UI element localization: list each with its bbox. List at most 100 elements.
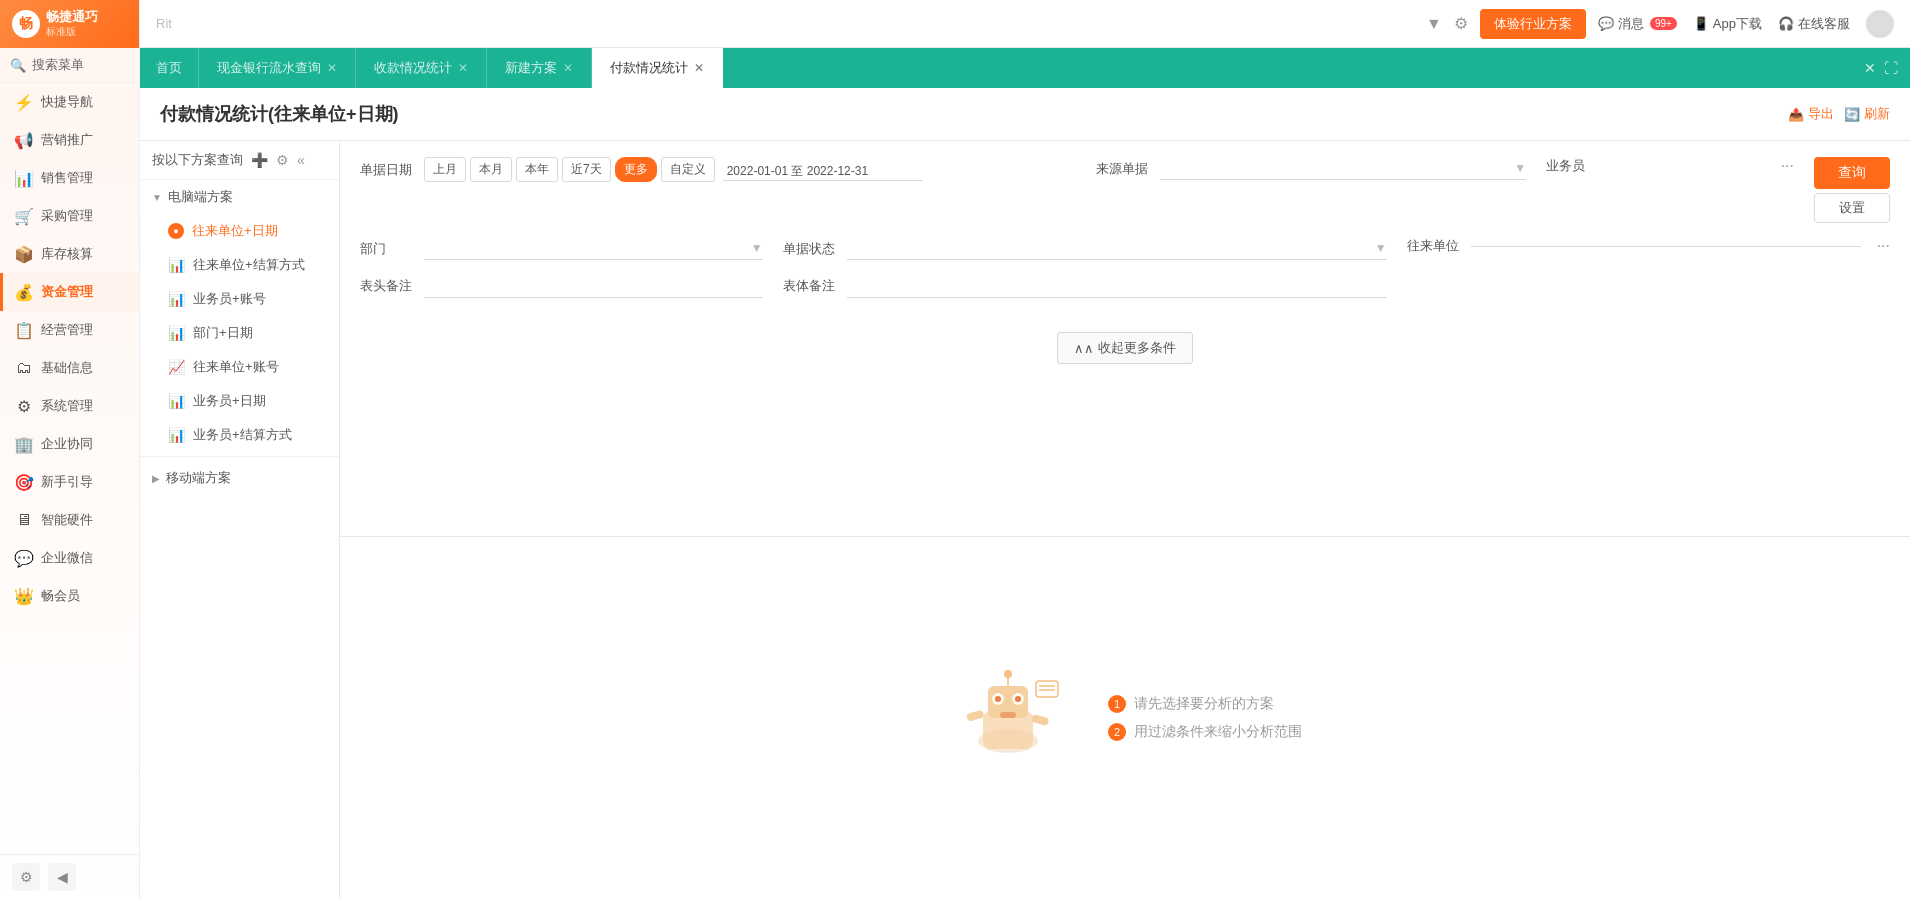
sidebar-item-hardware[interactable]: 🖥 智能硬件	[0, 501, 139, 539]
refresh-button[interactable]: 🔄 刷新	[1844, 105, 1890, 123]
tab-receipts[interactable]: 收款情况统计 ✕	[356, 48, 487, 88]
scheme-item-salesman-account[interactable]: 📊 业务员+账号	[140, 282, 339, 316]
tab-payments-label: 付款情况统计	[610, 59, 688, 77]
export-button[interactable]: 📤 导出	[1788, 105, 1834, 123]
sidebar-item-system[interactable]: ⚙ 系统管理	[0, 387, 139, 425]
nav-label: 畅会员	[41, 587, 80, 605]
search-menu[interactable]: 🔍 搜索菜单	[0, 48, 139, 83]
settings-icon-btn[interactable]: ⚙	[1454, 14, 1468, 33]
svg-point-6	[1015, 696, 1021, 702]
tab-receipts-close[interactable]: ✕	[458, 61, 468, 75]
sidebar-item-inventory[interactable]: 📦 库存核算	[0, 235, 139, 273]
wechat-icon: 💬	[15, 549, 33, 567]
filter-panel: 单据日期 上月 本月 本年 近7天 更多 自定义	[340, 141, 1910, 536]
sidebar-item-basic[interactable]: 🗂 基础信息	[0, 349, 139, 387]
scheme-item-unit-date[interactable]: ● 往来单位+日期	[140, 214, 339, 248]
date-this-month[interactable]: 本月	[470, 157, 512, 182]
collapse-sidebar-button[interactable]: ◀	[48, 863, 76, 891]
industry-scheme-button[interactable]: 体验行业方案	[1480, 9, 1586, 39]
partner-input[interactable]	[1471, 246, 1861, 247]
header-note-input[interactable]	[424, 274, 763, 298]
inventory-icon: 📦	[15, 245, 33, 263]
filter-row-1: 单据日期 上月 本月 本年 近7天 更多 自定义	[360, 157, 1890, 223]
filter-row-2: 部门 ▼ 单据状态 ▼	[360, 237, 1890, 260]
scheme-category-pc[interactable]: ▼ 电脑端方案	[140, 180, 339, 214]
action-buttons: 查询 设置	[1814, 157, 1890, 223]
date-7days[interactable]: 近7天	[562, 157, 611, 182]
hardware-icon: 🖥	[15, 511, 33, 529]
sidebar-item-quick[interactable]: ⚡ 快捷导航	[0, 83, 139, 121]
refresh-label: 刷新	[1864, 105, 1890, 123]
date-more[interactable]: 更多	[615, 157, 657, 182]
sidebar-item-enterprise[interactable]: 🏢 企业协同	[0, 425, 139, 463]
add-scheme-button[interactable]: ➕	[251, 152, 268, 168]
nav-label: 销售管理	[41, 169, 93, 187]
sidebar-item-guide[interactable]: 🎯 新手引导	[0, 463, 139, 501]
sidebar-item-vip[interactable]: 👑 畅会员	[0, 577, 139, 615]
messages-button[interactable]: 💬 消息 99+	[1598, 15, 1677, 33]
tab-payments-close[interactable]: ✕	[694, 61, 704, 75]
scheme-item-salesman-settlement[interactable]: 📊 业务员+结算方式	[140, 418, 339, 452]
marketing-icon: 📢	[15, 131, 33, 149]
scheme-item-label: 往来单位+日期	[192, 222, 278, 240]
settings-footer-button[interactable]: ⚙	[12, 863, 40, 891]
divider	[140, 456, 339, 457]
date-custom[interactable]: 自定义	[661, 157, 715, 182]
nav-label: 系统管理	[41, 397, 93, 415]
tip-2-num: 2	[1108, 723, 1126, 741]
sidebar-item-wechat[interactable]: 💬 企业微信	[0, 539, 139, 577]
empty-tip-1: 1 请先选择要分析的方案	[1108, 695, 1302, 713]
page-title: 付款情况统计(往来单位+日期)	[160, 102, 399, 126]
maximize-window-button[interactable]: ⛶	[1884, 60, 1898, 76]
scheme-category-mobile[interactable]: ▶ 移动端方案	[140, 461, 339, 495]
date-this-year[interactable]: 本年	[516, 157, 558, 182]
date-range-input[interactable]	[723, 162, 923, 181]
tab-payments[interactable]: 付款情况统计 ✕	[592, 48, 723, 88]
tab-new-scheme[interactable]: 新建方案 ✕	[487, 48, 592, 88]
sidebar-item-operation[interactable]: 📋 经营管理	[0, 311, 139, 349]
tab-home[interactable]: 首页	[140, 48, 199, 88]
sidebar-item-finance[interactable]: 💰 资金管理	[0, 273, 139, 311]
app-download-button[interactable]: 📱 App下载	[1693, 15, 1762, 33]
scheme-item-salesman-date[interactable]: 📊 业务员+日期	[140, 384, 339, 418]
sidebar-item-purchase[interactable]: 🛒 采购管理	[0, 197, 139, 235]
query-button[interactable]: 查询	[1814, 157, 1890, 189]
sidebar-item-marketing[interactable]: 📢 营销推广	[0, 121, 139, 159]
sidebar: 畅 畅捷通巧 标准版 🔍 搜索菜单 ⚡ 快捷导航 📢 营销推广 📊 销售管理 🛒…	[0, 0, 140, 899]
date-range-group	[719, 162, 923, 181]
collapse-conditions-button[interactable]: ∧∧ 收起更多条件	[1057, 332, 1193, 364]
tab-new-scheme-close[interactable]: ✕	[563, 61, 573, 75]
filter-group-body-note: 表体备注	[783, 274, 1387, 298]
collapse-panel-button[interactable]: «	[297, 152, 305, 168]
user-avatar[interactable]	[1866, 10, 1894, 38]
setting-button[interactable]: 设置	[1814, 193, 1890, 223]
scheme-settings-button[interactable]: ⚙	[276, 152, 289, 168]
scheme-item-unit-settlement[interactable]: 📊 往来单位+结算方式	[140, 248, 339, 282]
filter-group-dept: 部门 ▼	[360, 237, 763, 260]
svg-rect-7	[1000, 712, 1016, 718]
topbar-dropdown[interactable]: ▼	[1426, 15, 1442, 33]
scheme-item-dept-date[interactable]: 📊 部门+日期	[140, 316, 339, 350]
table-icon: 📊	[168, 393, 185, 409]
scheme-item-unit-account[interactable]: 📈 往来单位+账号	[140, 350, 339, 384]
date-last-month[interactable]: 上月	[424, 157, 466, 182]
filter-content: 按以下方案查询 ➕ ⚙ « ▼ 电脑端方案 ● 往来单位+日期 📊 往来单	[140, 141, 1910, 899]
status-select[interactable]: ▼	[847, 237, 1387, 260]
dept-select[interactable]: ▼	[424, 237, 763, 260]
body-note-input[interactable]	[847, 274, 1387, 298]
sidebar-item-sales[interactable]: 📊 销售管理	[0, 159, 139, 197]
close-window-button[interactable]: ✕	[1864, 60, 1876, 76]
tab-bank[interactable]: 现金银行流水查询 ✕	[199, 48, 356, 88]
header-note-label: 表头备注	[360, 277, 416, 295]
nav-label: 企业微信	[41, 549, 93, 567]
nav-label: 营销推广	[41, 131, 93, 149]
category-arrow-mobile: ▶	[152, 473, 160, 484]
customer-service-button[interactable]: 🎧 在线客服	[1778, 15, 1850, 33]
search-menu-label: 搜索菜单	[32, 56, 84, 74]
tab-bank-close[interactable]: ✕	[327, 61, 337, 75]
source-select[interactable]: ▼	[1160, 157, 1526, 180]
app-icon: 📱	[1693, 16, 1709, 31]
sidebar-header: 畅 畅捷通巧 标准版	[0, 0, 139, 48]
salesman-more-button[interactable]: ···	[1781, 157, 1794, 175]
partner-more-button[interactable]: ···	[1877, 237, 1890, 255]
